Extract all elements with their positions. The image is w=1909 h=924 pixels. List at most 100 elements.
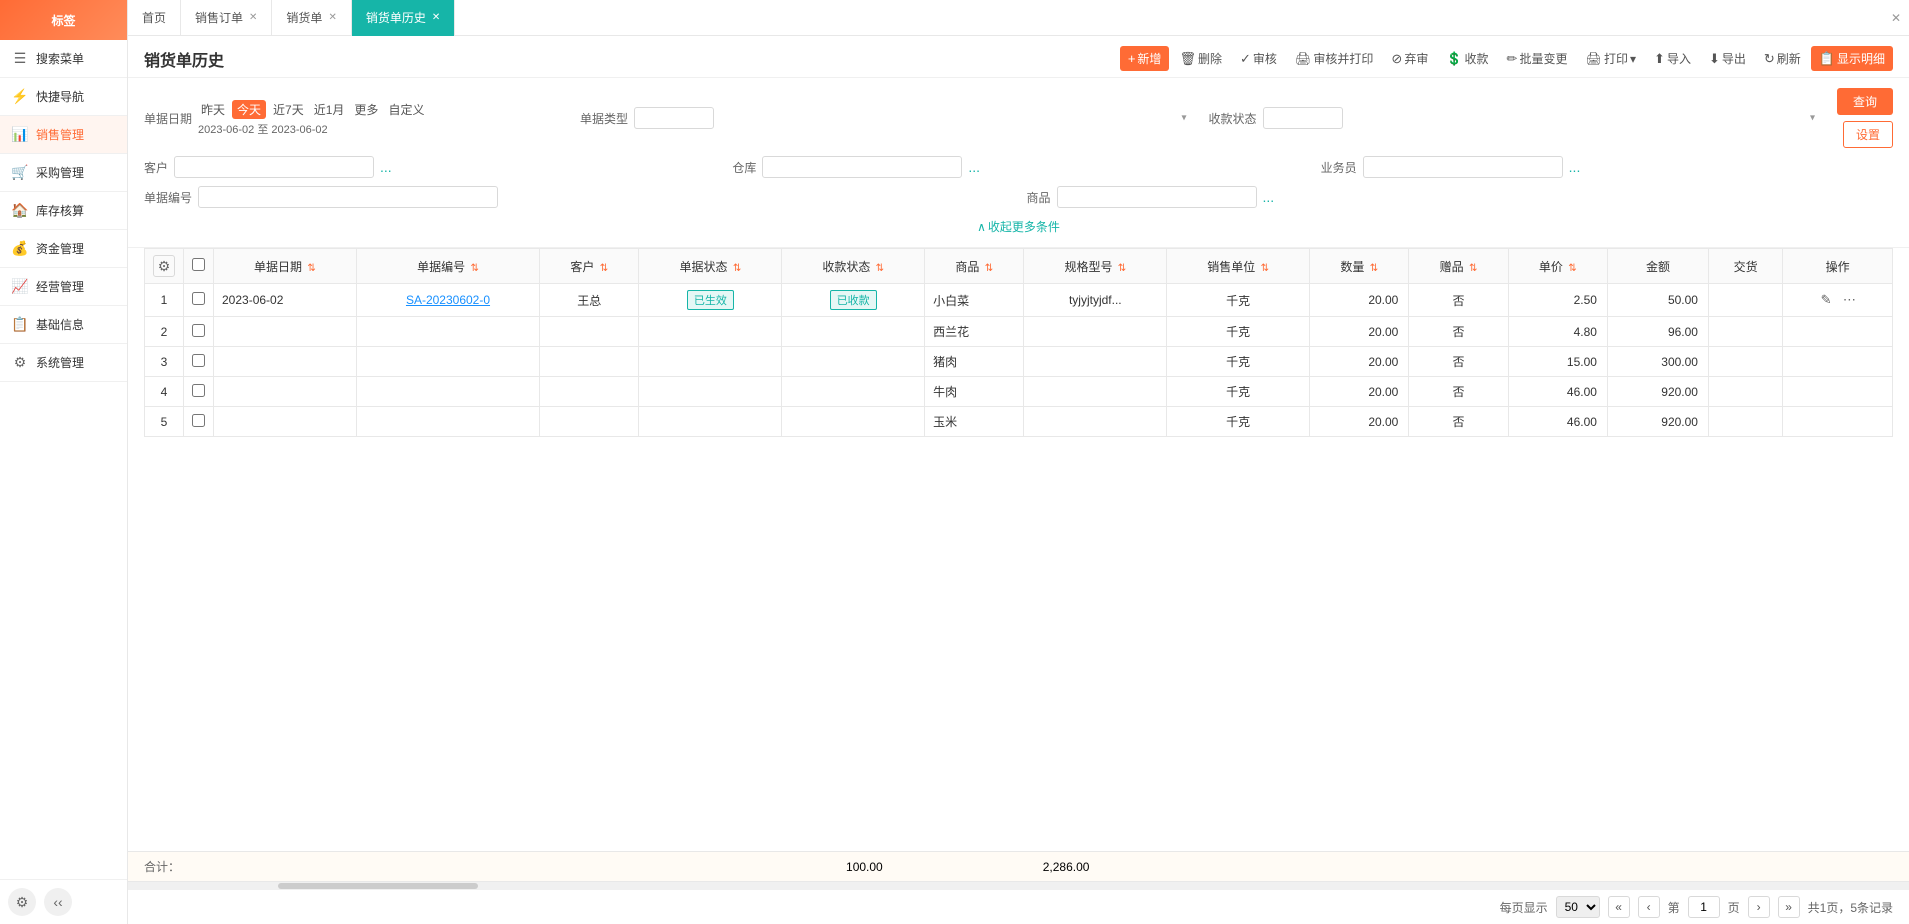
salesperson-dots[interactable]: ... bbox=[1569, 159, 1581, 175]
last-page-btn[interactable]: » bbox=[1778, 896, 1800, 918]
select-all-checkbox[interactable] bbox=[192, 258, 205, 271]
row-checkbox-5[interactable] bbox=[184, 407, 214, 437]
customer-input[interactable] bbox=[174, 156, 374, 178]
row-check-3[interactable] bbox=[192, 354, 205, 367]
sidebar-item-basic-info[interactable]: 📋 基础信息 bbox=[0, 306, 127, 344]
warehouse-input[interactable] bbox=[762, 156, 962, 178]
goods-dots[interactable]: ... bbox=[1263, 189, 1275, 205]
batch-change-button[interactable]: ✏ 批量变更 bbox=[1499, 46, 1576, 71]
tab-home[interactable]: 首页 bbox=[128, 0, 181, 36]
abandon-button[interactable]: ⊘ 弃审 bbox=[1383, 46, 1436, 71]
sidebar-item-quick-nav[interactable]: ⚡ 快捷导航 bbox=[0, 78, 127, 116]
tab-sales-order-close[interactable]: ✕ bbox=[249, 12, 257, 23]
tab-sales-goods[interactable]: 销货单 ✕ bbox=[272, 0, 351, 36]
refresh-button[interactable]: ↻ 刷新 bbox=[1756, 46, 1809, 71]
tab-home-label: 首页 bbox=[142, 9, 166, 26]
th-price[interactable]: 单价 ⇅ bbox=[1508, 249, 1607, 284]
edit-btn-1[interactable]: ✎ bbox=[1816, 290, 1836, 310]
collect-button[interactable]: 💲 收款 bbox=[1438, 46, 1496, 71]
sidebar-item-system-mgmt[interactable]: ⚙ 系统管理 bbox=[0, 344, 127, 382]
prev-page-btn[interactable]: ‹ bbox=[1638, 896, 1660, 918]
th-collect-status[interactable]: 收款状态 ⇅ bbox=[782, 249, 925, 284]
print-button[interactable]: 🖨 打印 ▾ bbox=[1577, 46, 1644, 71]
customer-dots[interactable]: ... bbox=[380, 159, 392, 175]
import-button[interactable]: ⬆ 导入 bbox=[1646, 46, 1699, 71]
salesperson-input[interactable] bbox=[1363, 156, 1563, 178]
doc-type-select[interactable] bbox=[634, 107, 714, 129]
table-row: 4 牛肉 千克 20.00 否 46.00 920.00 bbox=[145, 377, 1893, 407]
warehouse-dots[interactable]: ... bbox=[968, 159, 980, 175]
date-shortcut-yesterday[interactable]: 昨天 bbox=[198, 100, 228, 119]
sidebar-item-sales-mgmt[interactable]: 📊 销售管理 bbox=[0, 116, 127, 154]
docno-input[interactable] bbox=[198, 186, 498, 208]
show-detail-button[interactable]: 📋 显示明细 bbox=[1811, 46, 1893, 71]
row-doc-no-1[interactable]: SA-20230602-0 bbox=[356, 284, 539, 317]
th-doc-date[interactable]: 单据日期 ⇅ bbox=[214, 249, 357, 284]
sidebar-settings-btn[interactable]: ⚙ bbox=[8, 888, 36, 916]
doc-no-link-1[interactable]: SA-20230602-0 bbox=[406, 293, 490, 307]
tab-sales-goods-close[interactable]: ✕ bbox=[328, 12, 336, 23]
row-checkbox-4[interactable] bbox=[184, 377, 214, 407]
date-shortcut-more[interactable]: 更多 bbox=[351, 100, 381, 119]
th-customer[interactable]: 客户 ⇅ bbox=[540, 249, 639, 284]
sidebar-item-biz-mgmt[interactable]: 📈 经营管理 bbox=[0, 268, 127, 306]
sidebar-item-finance-mgmt[interactable]: 💰 资金管理 bbox=[0, 230, 127, 268]
sort-icon-doc-date: ⇅ bbox=[307, 263, 315, 274]
goods-input[interactable] bbox=[1057, 186, 1257, 208]
sidebar-item-inventory-calc[interactable]: 🏠 库存核算 bbox=[0, 192, 127, 230]
th-settings[interactable]: ⚙ bbox=[145, 249, 184, 284]
more-btn-1[interactable]: ⋯ bbox=[1839, 290, 1859, 310]
export-button[interactable]: ⬇ 导出 bbox=[1701, 46, 1754, 71]
th-checkbox[interactable] bbox=[184, 249, 214, 284]
audit-print-button[interactable]: 🖨 审核并打印 bbox=[1287, 46, 1382, 71]
sort-icon-doc-no: ⇅ bbox=[470, 263, 478, 274]
row-unit-5: 千克 bbox=[1167, 407, 1310, 437]
query-set-group: 查询 设置 bbox=[1837, 88, 1893, 148]
collapse-label: 收起更多条件 bbox=[988, 218, 1060, 235]
row-op-1: ✎ ⋯ bbox=[1783, 284, 1893, 317]
date-shortcut-7days[interactable]: 近7天 bbox=[270, 100, 307, 119]
page-input[interactable] bbox=[1688, 896, 1720, 918]
settings-gear-icon[interactable]: ⚙ bbox=[153, 255, 175, 277]
th-qty[interactable]: 数量 ⇅ bbox=[1310, 249, 1409, 284]
docno-filter-group: 单据编号 bbox=[144, 186, 1011, 208]
new-button[interactable]: + 新增 bbox=[1120, 46, 1170, 71]
first-page-btn[interactable]: « bbox=[1608, 896, 1630, 918]
per-page-select[interactable]: 50 bbox=[1556, 896, 1600, 918]
row-check-5[interactable] bbox=[192, 414, 205, 427]
th-doc-no[interactable]: 单据编号 ⇅ bbox=[356, 249, 539, 284]
date-shortcut-today[interactable]: 今天 bbox=[232, 100, 266, 119]
collect-status-select[interactable] bbox=[1263, 107, 1343, 129]
sidebar-item-search-menu[interactable]: ☰ 搜索菜单 bbox=[0, 40, 127, 78]
th-goods[interactable]: 商品 ⇅ bbox=[925, 249, 1024, 284]
row-checkbox-3[interactable] bbox=[184, 347, 214, 377]
sidebar-item-purchase-mgmt[interactable]: 🛒 采购管理 bbox=[0, 154, 127, 192]
audit-button[interactable]: ✓ 审核 bbox=[1232, 46, 1285, 71]
date-shortcuts: 昨天 今天 近7天 近1月 更多 自定义 bbox=[198, 100, 427, 119]
th-doc-status[interactable]: 单据状态 ⇅ bbox=[639, 249, 782, 284]
next-page-btn[interactable]: › bbox=[1748, 896, 1770, 918]
export-label: 导出 bbox=[1722, 50, 1746, 67]
row-checkbox-1[interactable] bbox=[184, 284, 214, 317]
delete-button[interactable]: 🗑 删除 bbox=[1171, 46, 1230, 71]
th-amount-label: 金额 bbox=[1646, 260, 1670, 274]
tab-bar-close-all[interactable]: ✕ bbox=[1891, 11, 1909, 25]
sidebar-collapse-btn[interactable]: ‹‹ bbox=[44, 888, 72, 916]
row-check-2[interactable] bbox=[192, 324, 205, 337]
query-button[interactable]: 查询 bbox=[1837, 88, 1893, 115]
collapse-button[interactable]: ∧ 收起更多条件 bbox=[144, 216, 1893, 237]
th-unit[interactable]: 销售单位 ⇅ bbox=[1167, 249, 1310, 284]
tab-sales-order[interactable]: 销售订单 ✕ bbox=[181, 0, 272, 36]
tab-sales-history-close[interactable]: ✕ bbox=[432, 12, 440, 23]
row-checkbox-2[interactable] bbox=[184, 317, 214, 347]
th-gift[interactable]: 赠品 ⇅ bbox=[1409, 249, 1508, 284]
tab-sales-history[interactable]: 销货单历史 ✕ bbox=[352, 0, 455, 36]
th-gift-label: 赠品 bbox=[1440, 260, 1464, 274]
date-shortcut-1month[interactable]: 近1月 bbox=[311, 100, 348, 119]
th-spec[interactable]: 规格型号 ⇅ bbox=[1024, 249, 1167, 284]
row-doc-no-2 bbox=[356, 317, 539, 347]
set-button[interactable]: 设置 bbox=[1843, 121, 1893, 148]
row-check-4[interactable] bbox=[192, 384, 205, 397]
date-shortcut-custom[interactable]: 自定义 bbox=[385, 100, 427, 119]
row-check-1[interactable] bbox=[192, 292, 205, 305]
